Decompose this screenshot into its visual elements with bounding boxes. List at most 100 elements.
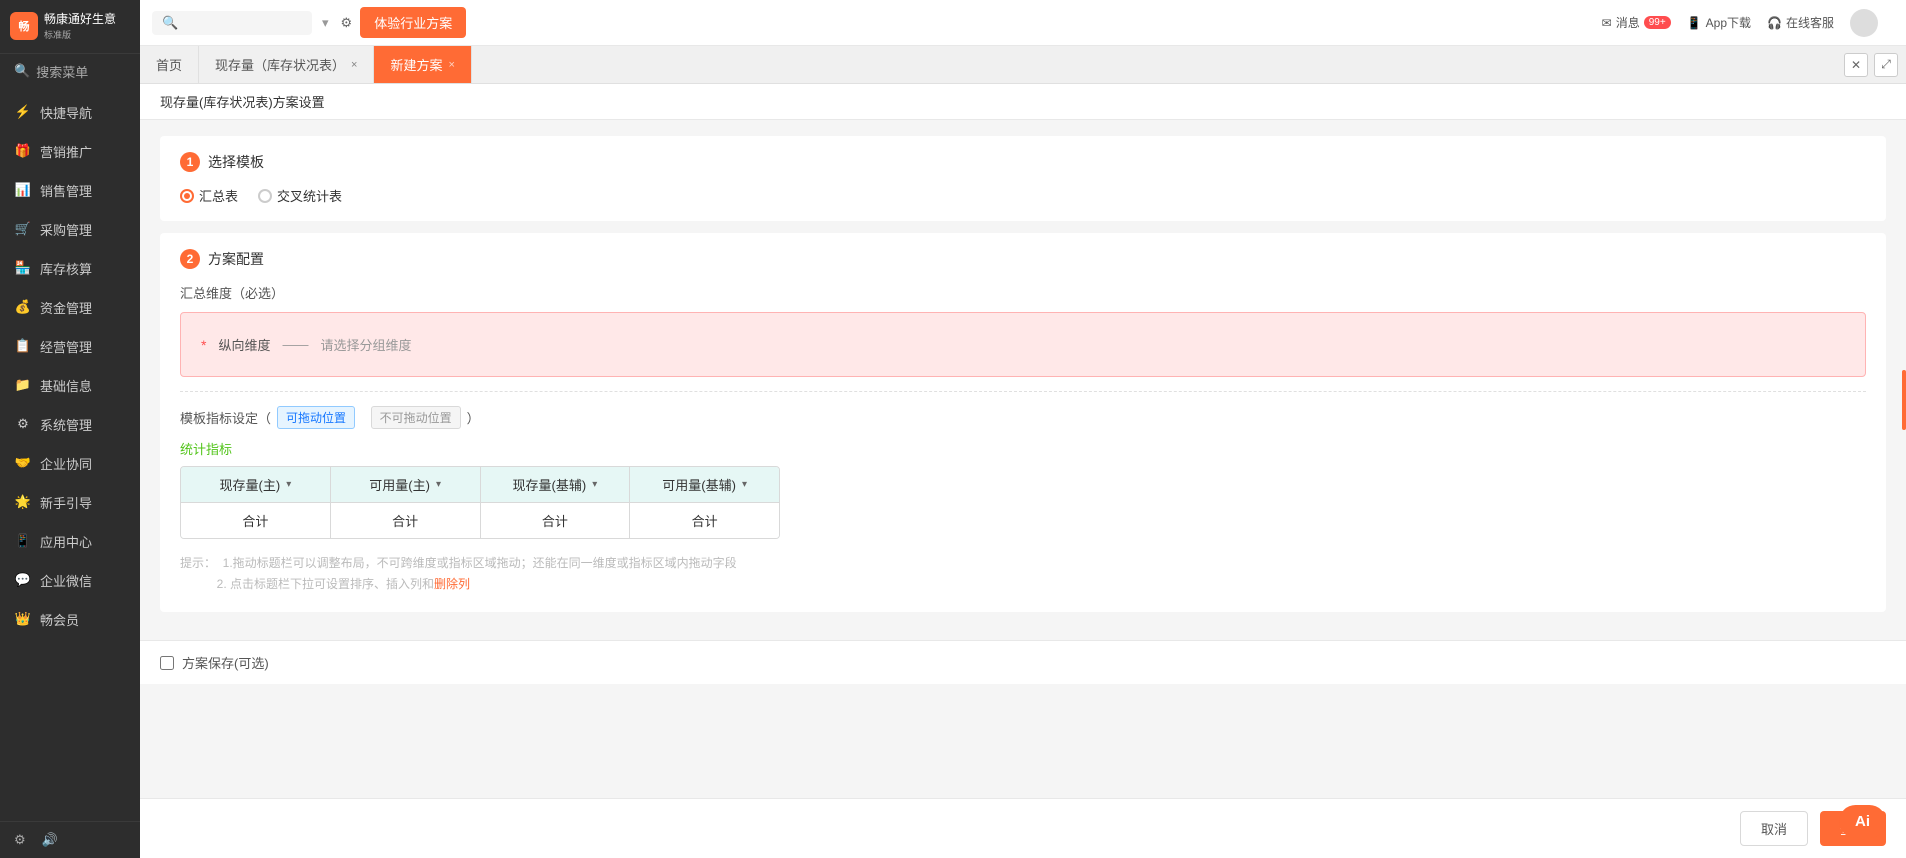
divider1 [180, 391, 1866, 392]
stats-col-0-header[interactable]: 现存量(主) ▾ [181, 467, 330, 503]
hint-link: 删除列 [434, 577, 470, 591]
step1-section: 1 选择模板 汇总表 交叉统计表 [160, 136, 1886, 221]
hint-1: 2. 点击标题栏下拉可设置排序、插入列和删除列 [180, 575, 1866, 592]
sidebar-item-label: 畅会员 [40, 610, 79, 629]
stats-col-3-header[interactable]: 可用量(基辅) ▾ [630, 467, 779, 503]
col-3-chevron-icon[interactable]: ▾ [742, 479, 747, 490]
headset-icon: 🎧 [1767, 16, 1782, 30]
sidebar-item-label: 资金管理 [40, 298, 92, 317]
management-icon: 📋 [14, 337, 32, 355]
step1-badge: 1 [180, 152, 200, 172]
radio-cross-circle [258, 189, 272, 203]
stats-col-3-sub: 合计 [692, 511, 718, 530]
sales-icon: 📊 [14, 181, 32, 199]
stats-col-2-label: 现存量(基辅) [513, 475, 587, 494]
tab-home[interactable]: 首页 [140, 46, 199, 83]
step1-label: 选择模板 [208, 152, 264, 172]
speaker-icon[interactable]: 🔊 [42, 832, 58, 848]
sidebar-item-weixin[interactable]: 💬 企业微信 [0, 561, 140, 600]
topbar-search-box[interactable]: 🔍 [152, 11, 312, 35]
sidebar-item-basic-info[interactable]: 📁 基础信息 [0, 366, 140, 405]
radio-cross-label: 交叉统计表 [277, 186, 342, 205]
step2-title-row: 2 方案配置 [180, 249, 1866, 269]
basic-info-icon: 📁 [14, 376, 32, 394]
radio-summary[interactable]: 汇总表 [180, 186, 238, 205]
sidebar-item-label: 销售管理 [40, 181, 92, 200]
search-menu[interactable]: 🔍 搜索菜单 [0, 54, 140, 89]
sidebar-item-app-center[interactable]: 📱 应用中心 [0, 522, 140, 561]
tab-close-btn[interactable]: ✕ [1844, 53, 1868, 77]
tab-inventory-status[interactable]: 现存量（库存状况表） × [199, 46, 374, 83]
topbar: 🔍 ▾ ⚙ 体验行业方案 ✉ 消息 99+ 📱 App下载 🎧 在线客服 [140, 0, 1906, 46]
template-settings-middle [361, 410, 365, 425]
col-0-chevron-icon[interactable]: ▾ [286, 479, 291, 490]
template-radio-group: 汇总表 交叉统计表 [180, 186, 1866, 205]
tab-new-scheme-close-icon[interactable]: × [448, 59, 454, 71]
stats-col-1-header[interactable]: 可用量(主) ▾ [331, 467, 480, 503]
hint-0: 提示： 1.拖动标题栏可以调整布局，不可跨维度或指标区域拖动；还能在同一维度或指… [180, 554, 1866, 571]
online-service-action[interactable]: 🎧 在线客服 [1767, 14, 1834, 31]
save-checkbox[interactable] [160, 656, 174, 670]
quick-nav-icon: ⚡ [14, 103, 32, 121]
tab-new-scheme[interactable]: 新建方案 × [374, 46, 471, 83]
sidebar-item-label: 库存核算 [40, 259, 92, 278]
stats-table-header: 现存量(主) ▾ 合计 可用量(主) ▾ [181, 467, 779, 538]
sidebar-item-newbie[interactable]: 🌟 新手引导 [0, 483, 140, 522]
tab-inventory-close-icon[interactable]: × [351, 59, 357, 71]
search-input[interactable] [182, 16, 302, 30]
sidebar-item-enterprise[interactable]: 🤝 企业协同 [0, 444, 140, 483]
stats-col-3-label: 可用量(基辅) [662, 475, 736, 494]
logo-text: 畅康通好生意 标准版 [44, 12, 116, 41]
step2-badge: 2 [180, 249, 200, 269]
logo-icon: 畅 [10, 12, 38, 40]
sidebar-item-management[interactable]: 📋 经营管理 [0, 327, 140, 366]
message-action[interactable]: ✉ 消息 99+ [1602, 14, 1671, 31]
footer: 取消 查询 [140, 798, 1906, 858]
page-title: 现存量(库存状况表)方案设置 [160, 95, 325, 110]
sidebar-item-purchase[interactable]: 🛒 采购管理 [0, 210, 140, 249]
tabs-controls: ✕ ⤢ [1844, 53, 1906, 77]
sidebar-item-system[interactable]: ⚙ 系统管理 [0, 405, 140, 444]
template-settings-row: 模板指标设定（ 可拖动位置 不可拖动位置 ） [180, 406, 1866, 429]
step2-section: 2 方案配置 汇总维度（必选） * 纵向维度 —— 请选择分组维度 模板指标设定… [160, 233, 1886, 612]
tab-expand-btn[interactable]: ⤢ [1874, 53, 1898, 77]
radio-cross[interactable]: 交叉统计表 [258, 186, 342, 205]
sidebar-item-sales[interactable]: 📊 销售管理 [0, 171, 140, 210]
marketing-icon: 🎁 [14, 142, 32, 160]
sidebar-item-label: 应用中心 [40, 532, 92, 551]
sidebar-item-marketing[interactable]: 🎁 营销推广 [0, 132, 140, 171]
search-icon: 🔍 [14, 63, 30, 79]
settings-icon[interactable]: ⚙ [14, 832, 26, 848]
app-download-action[interactable]: 📱 App下载 [1687, 14, 1751, 31]
enterprise-icon: 🤝 [14, 454, 32, 472]
sidebar-item-label: 快捷导航 [40, 103, 92, 122]
topbar-gear-icon[interactable]: ⚙ [341, 15, 353, 31]
sidebar-item-label: 新手引导 [40, 493, 92, 512]
save-label: 方案保存(可选) [182, 653, 269, 672]
tab-new-scheme-label: 新建方案 [390, 55, 442, 74]
col-1-chevron-icon[interactable]: ▾ [436, 479, 441, 490]
member-icon: 👑 [14, 610, 32, 628]
cancel-button[interactable]: 取消 [1740, 811, 1808, 846]
stats-table: 现存量(主) ▾ 合计 可用量(主) ▾ [180, 466, 780, 539]
system-icon: ⚙ [14, 415, 32, 433]
stats-col-2-header[interactable]: 现存量(基辅) ▾ [481, 467, 630, 503]
user-avatar[interactable] [1850, 9, 1878, 37]
sidebar-nav: ⚡ 快捷导航 🎁 营销推广 📊 销售管理 🛒 采购管理 🏪 库存核算 💰 资金管… [0, 89, 140, 821]
dimension-box[interactable]: * 纵向维度 —— 请选择分组维度 [180, 312, 1866, 377]
sidebar-item-inventory[interactable]: 🏪 库存核算 [0, 249, 140, 288]
purchase-icon: 🛒 [14, 220, 32, 238]
stats-col-3-cell: 合计 [630, 503, 779, 538]
fixed-tag: 不可拖动位置 [371, 406, 461, 429]
sidebar-item-member[interactable]: 👑 畅会员 [0, 600, 140, 639]
main-area: 🔍 ▾ ⚙ 体验行业方案 ✉ 消息 99+ 📱 App下载 🎧 在线客服 [140, 0, 1906, 858]
message-icon: ✉ [1602, 16, 1612, 30]
sidebar-item-label: 营销推广 [40, 142, 92, 161]
experience-btn[interactable]: 体验行业方案 [360, 7, 466, 38]
sidebar-item-quick-nav[interactable]: ⚡ 快捷导航 [0, 93, 140, 132]
logo-badge: 标准版 [44, 28, 116, 41]
col-2-chevron-icon[interactable]: ▾ [592, 479, 597, 490]
topbar-chevron-icon[interactable]: ▾ [322, 15, 329, 31]
sidebar-item-finance[interactable]: 💰 资金管理 [0, 288, 140, 327]
stats-col-1-sub: 合计 [392, 511, 418, 530]
